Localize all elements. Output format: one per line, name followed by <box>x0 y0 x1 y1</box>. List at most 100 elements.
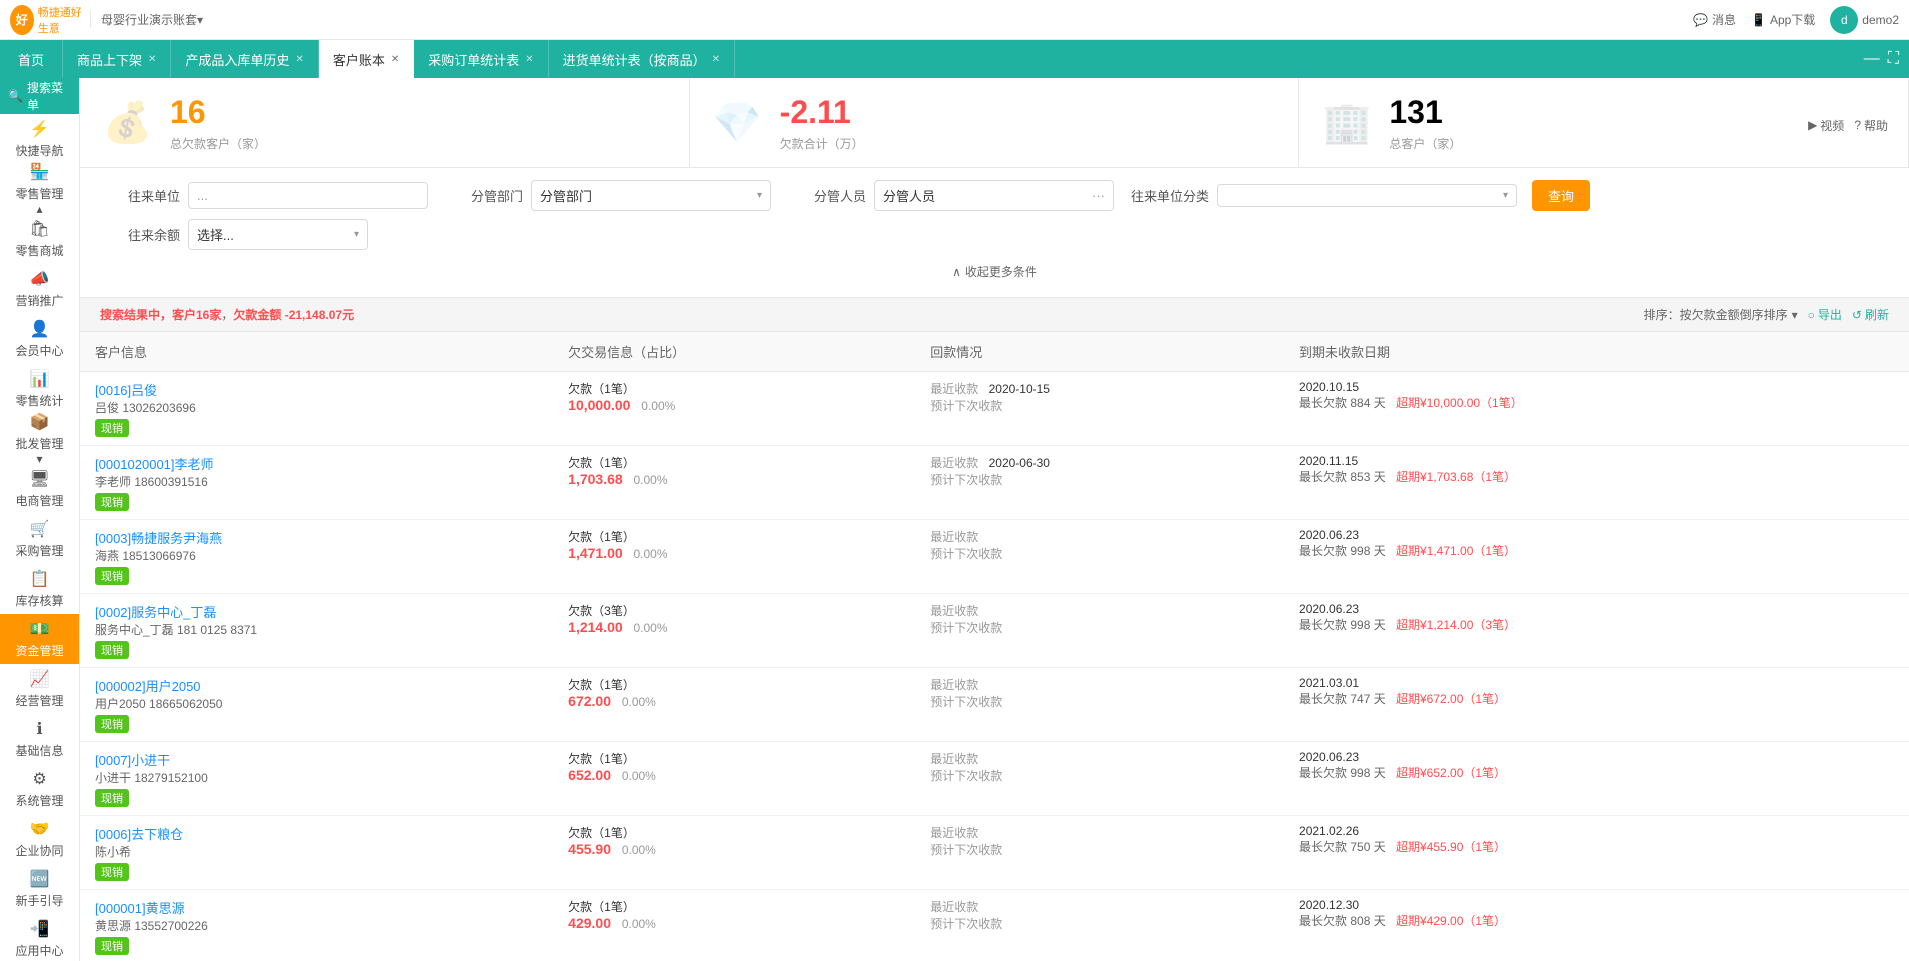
overdue-link[interactable]: 超期¥10,000.00（1笔） <box>1396 396 1523 410</box>
tab-customer-account[interactable]: 客户账本 ✕ <box>319 40 414 78</box>
filter-row-1: 往来单位 ... 分管部门 分管部门 ▾ 分管人员 <box>100 180 1889 211</box>
tab-home[interactable]: 首页 <box>0 40 63 78</box>
customer-name[interactable]: 吕俊 <box>131 383 157 398</box>
retail-stats-label: 零售统计 <box>15 392 63 409</box>
overdue-link[interactable]: 超期¥1,214.00（3笔） <box>1396 618 1516 632</box>
sidebar-search[interactable]: 🔍 搜索菜单 <box>0 78 79 114</box>
store-selector[interactable]: 母婴行业演示账套 ▾ <box>90 11 213 28</box>
close-icon[interactable]: ✕ <box>391 54 399 65</box>
tab-minimize-icon[interactable]: — <box>1864 50 1880 68</box>
customer-tag: 现销 <box>95 641 129 659</box>
overdue-link[interactable]: 超期¥672.00（1笔） <box>1396 692 1506 706</box>
overdue-link[interactable]: 超期¥455.90（1笔） <box>1396 840 1506 854</box>
customer-name[interactable]: 畅捷服务尹海燕 <box>131 531 222 546</box>
customer-code[interactable]: [0006] <box>95 827 131 842</box>
sidebar-item-inventory[interactable]: 📋 库存核算 <box>0 564 79 614</box>
user-avatar-btn[interactable]: d demo2 <box>1830 6 1899 34</box>
page-area: 💰 16 总欠款客户（家） 💎 -2.11 欠款合计（万） 🏢 <box>80 78 1909 961</box>
tab-product-history-label: 产成品入库单历史 <box>185 50 289 69</box>
customer-name[interactable]: 黄思源 <box>146 901 185 916</box>
overdue-days: 最长欠款 998 天 <box>1299 544 1392 558</box>
customer-code[interactable]: [0016] <box>95 383 131 398</box>
tab-purchase-order[interactable]: 采购订单统计表 ✕ <box>414 40 548 78</box>
unit-category-input[interactable]: ▾ <box>1217 184 1517 207</box>
payment-status-cell: 最近收款 2020-06-30 预计下次收款 <box>915 446 1284 520</box>
overdue-link[interactable]: 超期¥1,703.68（1笔） <box>1396 470 1516 484</box>
refresh-btn[interactable]: ↺ 刷新 <box>1852 306 1889 323</box>
manager-input[interactable]: 分管人员 ··· <box>874 180 1114 211</box>
payment-status-cell: 最近收款 预计下次收款 <box>915 594 1284 668</box>
sidebar-item-retail-shop[interactable]: 🛍 零售商城 <box>0 214 79 264</box>
tab-maximize-icon[interactable]: ⛶ <box>1888 50 1899 68</box>
sidebar-item-enterprise-collab[interactable]: 🤝 企业协同 <box>0 814 79 864</box>
manager-label: 分管人员 <box>786 186 866 205</box>
department-input[interactable]: 分管部门 ▾ <box>531 180 771 211</box>
export-icon: ○ <box>1808 308 1815 322</box>
close-icon[interactable]: ✕ <box>712 54 720 65</box>
video-btn[interactable]: ▶ 视频 <box>1808 117 1844 134</box>
sidebar-item-marketing[interactable]: 📣 营销推广 <box>0 264 79 314</box>
customer-code[interactable]: [0002] <box>95 605 131 620</box>
balance-select[interactable]: 选择... ▾ <box>188 219 368 250</box>
customer-name[interactable]: 服务中心_丁磊 <box>131 605 216 620</box>
debt-amount[interactable]: 1,703.68 <box>568 471 623 487</box>
sidebar-item-new-guide[interactable]: 🆕 新手引导 <box>0 864 79 914</box>
customer-code[interactable]: [0007] <box>95 753 131 768</box>
customer-code[interactable]: [000001] <box>95 901 146 916</box>
debt-count: 欠款（1笔） <box>568 676 900 693</box>
sidebar-item-ecommerce[interactable]: 🖥 电商管理 <box>0 464 79 514</box>
customer-name[interactable]: 用户2050 <box>146 679 201 694</box>
close-icon[interactable]: ✕ <box>148 54 156 65</box>
debt-amount[interactable]: 1,214.00 <box>568 619 623 635</box>
collapse-filters-btn[interactable]: ∧ 收起更多条件 <box>100 258 1889 285</box>
debt-amount[interactable]: 455.90 <box>568 841 611 857</box>
close-icon[interactable]: ✕ <box>525 54 533 65</box>
overdue-link[interactable]: 超期¥652.00（1笔） <box>1396 766 1506 780</box>
retail-mgmt-label: 零售管理 <box>15 185 63 202</box>
overdue-link[interactable]: 超期¥429.00（1笔） <box>1396 914 1506 928</box>
customer-name[interactable]: 李老师 <box>175 457 214 472</box>
debt-info-cell: 欠款（1笔） 455.90 0.00% <box>553 816 915 890</box>
sidebar-item-basic-info[interactable]: ℹ 基础信息 <box>0 714 79 764</box>
sidebar-item-retail-stats[interactable]: 📊 零售统计 <box>0 364 79 414</box>
overdue-link[interactable]: 超期¥1,471.00（1笔） <box>1396 544 1516 558</box>
tab-purchase-stats[interactable]: 进货单统计表（按商品） ✕ <box>549 40 735 78</box>
source-unit-input[interactable]: ... <box>188 182 428 209</box>
debt-amount[interactable]: 10,000.00 <box>568 397 630 413</box>
customer-name[interactable]: 小进干 <box>131 753 170 768</box>
close-icon[interactable]: ✕ <box>295 54 303 65</box>
sidebar-item-purchase-mgmt[interactable]: 🛒 采购管理 <box>0 514 79 564</box>
filter-unit-category: 往来单位分类 ▾ <box>1129 184 1517 207</box>
sidebar-item-ops-mgmt[interactable]: 📈 经营管理 <box>0 664 79 714</box>
search-button[interactable]: 查询 <box>1532 180 1590 211</box>
debt-amount[interactable]: 429.00 <box>568 915 611 931</box>
sidebar-item-batch-mgmt[interactable]: 📦 批发管理 ▾ <box>0 414 79 464</box>
customer-name[interactable]: 去下粮仓 <box>131 827 183 842</box>
export-btn[interactable]: ○ 导出 <box>1808 306 1842 323</box>
sidebar-item-app-center[interactable]: 📲 应用中心 <box>0 914 79 961</box>
sidebar-item-retail-mgmt[interactable]: 🏪 零售管理 ▴ <box>0 164 79 214</box>
sort-selector[interactable]: 排序：按欠款金额倒序排序 ▾ <box>1644 306 1798 323</box>
overdue-amount-icon: 💎 <box>710 95 765 150</box>
sidebar-item-quick-nav[interactable]: ⚡ 快捷导航 <box>0 114 79 164</box>
app-download-btn[interactable]: 📱 App下载 <box>1751 11 1815 28</box>
tab-products-off[interactable]: 商品上下架 ✕ <box>63 40 171 78</box>
debt-amount[interactable]: 652.00 <box>568 767 611 783</box>
overdue-date: 2020.12.30 <box>1299 898 1894 912</box>
help-btn[interactable]: ? 帮助 <box>1854 117 1888 134</box>
message-btn[interactable]: 💬 消息 <box>1693 11 1736 28</box>
customer-code[interactable]: [000002] <box>95 679 146 694</box>
sidebar-item-system-mgmt[interactable]: ⚙ 系统管理 <box>0 764 79 814</box>
debt-amount[interactable]: 672.00 <box>568 693 611 709</box>
ops-label: 经营管理 <box>15 692 63 709</box>
next-payment-label: 预计下次收款 <box>930 397 1269 414</box>
sidebar-item-member-center[interactable]: 👤 会员中心 <box>0 314 79 364</box>
overdue-customers-value: 16 <box>170 94 266 131</box>
sidebar-item-capital-mgmt[interactable]: 💵 资金管理 <box>0 614 79 664</box>
tab-product-history[interactable]: 产成品入库单历史 ✕ <box>171 40 318 78</box>
customer-code[interactable]: [0003] <box>95 531 131 546</box>
customer-info-cell: [0002]服务中心_丁磊 服务中心_丁磊 181 0125 8371 现销 <box>80 594 553 668</box>
customer-code[interactable]: [0001020001] <box>95 457 175 472</box>
debt-amount[interactable]: 1,471.00 <box>568 545 623 561</box>
guide-icon: 🆕 <box>30 869 50 889</box>
